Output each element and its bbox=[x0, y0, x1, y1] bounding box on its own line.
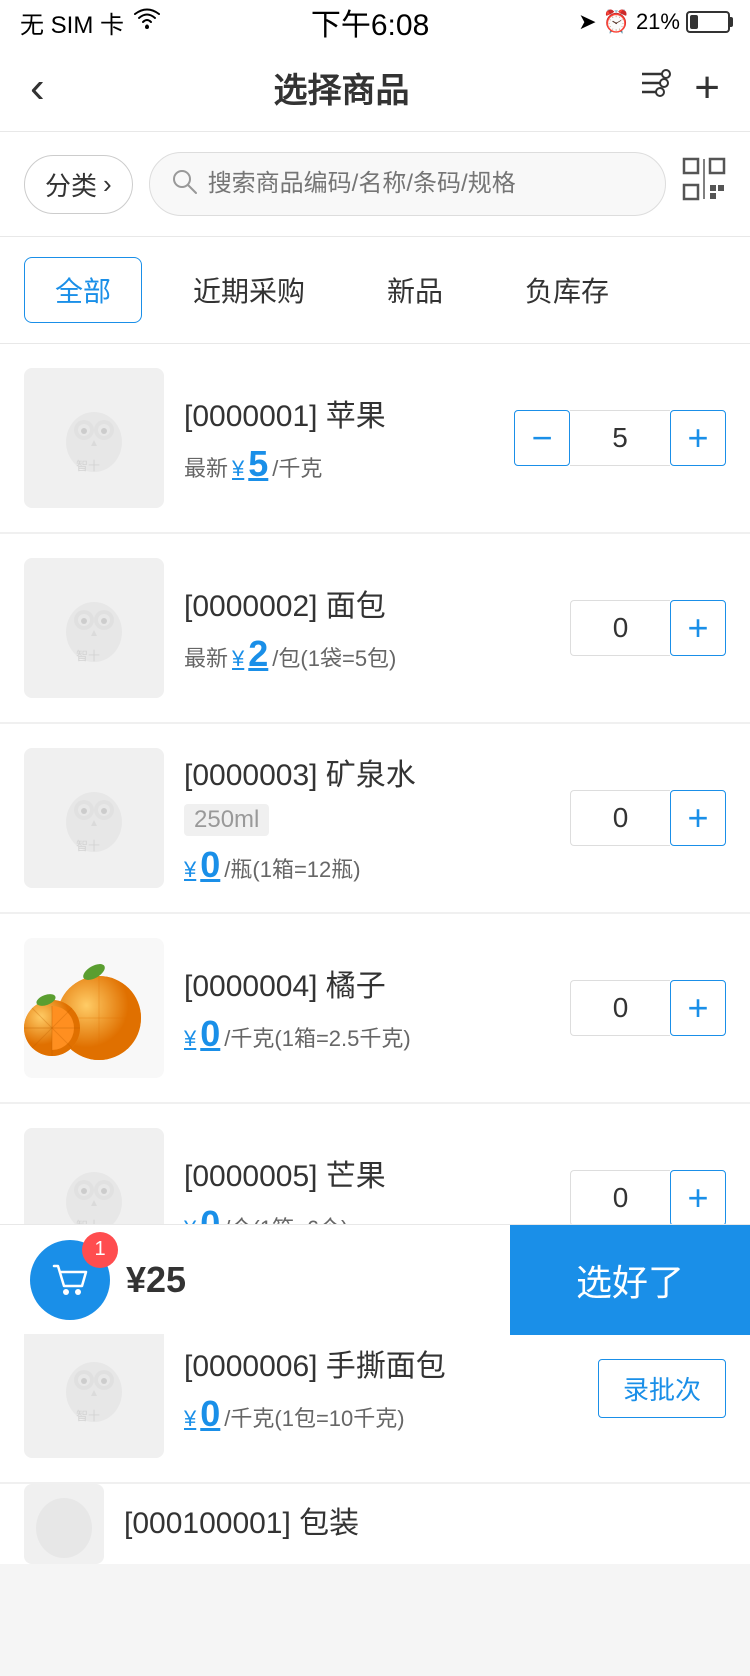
quantity-increase-button[interactable]: + bbox=[670, 1170, 726, 1226]
product-info: [0000003] 矿泉水 250ml ¥ 0 /瓶(1箱=12瓶) bbox=[184, 750, 550, 886]
cart-total: ¥25 bbox=[126, 1259, 186, 1301]
nav-left: ‹ bbox=[30, 63, 45, 113]
quantity-increase-button[interactable]: + bbox=[670, 980, 726, 1036]
svg-text:智十: 智十 bbox=[76, 1408, 100, 1423]
product-name: [0000006] 手撕面包 bbox=[184, 1341, 578, 1385]
product-info: [0000004] 橘子 ¥ 0 /千克(1箱=2.5千克) bbox=[184, 961, 550, 1055]
nav-bar: ‹ 选择商品 + bbox=[0, 44, 750, 132]
product-name: [0000003] 矿泉水 bbox=[184, 750, 550, 794]
filter-tabs: 全部 近期采购 新品 负库存 bbox=[0, 237, 750, 344]
battery-percent: 21% bbox=[636, 9, 680, 35]
cart-icon-button[interactable]: 1 bbox=[30, 1240, 110, 1320]
cart-badge: 1 bbox=[82, 1232, 118, 1268]
add-product-button[interactable]: + bbox=[694, 63, 720, 113]
location-icon: ➤ bbox=[578, 9, 596, 35]
product-info: [0000006] 手撕面包 ¥ 0 /千克(1包=10千克) bbox=[184, 1341, 578, 1435]
status-time: 下午6:08 bbox=[311, 0, 429, 44]
quantity-input[interactable] bbox=[570, 410, 670, 466]
product-price: 最新 ¥ 5 /千克 bbox=[184, 443, 494, 485]
quantity-input[interactable] bbox=[570, 600, 670, 656]
quantity-input[interactable] bbox=[570, 1170, 670, 1226]
product-name: [0000004] 橘子 bbox=[184, 961, 550, 1005]
batch-button[interactable]: 录批次 bbox=[598, 1359, 726, 1418]
search-icon bbox=[170, 167, 198, 202]
quantity-input[interactable] bbox=[570, 980, 670, 1036]
quantity-increase-button[interactable]: + bbox=[670, 600, 726, 656]
product-image: 智十 bbox=[24, 748, 164, 888]
quantity-increase-button[interactable]: + bbox=[670, 790, 726, 846]
nav-right: + bbox=[638, 63, 720, 113]
product-image: 智十 bbox=[24, 368, 164, 508]
product-price: ¥ 0 /千克(1箱=2.5千克) bbox=[184, 1013, 550, 1055]
filter-icon[interactable] bbox=[638, 65, 674, 110]
product-item: [0000004] 橘子 ¥ 0 /千克(1箱=2.5千克) + bbox=[0, 914, 750, 1102]
product-item-partial: [000100001] 包装 bbox=[0, 1484, 750, 1564]
quantity-control: + bbox=[570, 980, 726, 1036]
toolbar: 分类 › bbox=[0, 132, 750, 237]
quantity-increase-button[interactable]: + bbox=[670, 410, 726, 466]
status-bar: 无 SIM 卡 下午6:08 ➤ ⏰ 21% bbox=[0, 0, 750, 44]
svg-text:智十: 智十 bbox=[76, 458, 100, 473]
product-name: [000100001] 包装 bbox=[124, 1498, 726, 1542]
quantity-control: − + bbox=[514, 410, 726, 466]
search-input[interactable] bbox=[208, 170, 645, 198]
confirm-button[interactable]: 选好了 bbox=[510, 1225, 750, 1335]
cart-section: 1 ¥25 bbox=[0, 1240, 510, 1320]
quantity-decrease-button[interactable]: − bbox=[514, 410, 570, 466]
product-list: 智十 [0000001] 苹果 最新 ¥ 5 /千克 − + bbox=[0, 344, 750, 1564]
tab-all[interactable]: 全部 bbox=[24, 257, 142, 323]
product-price: ¥ 0 /千克(1包=10千克) bbox=[184, 1393, 578, 1435]
quantity-input[interactable] bbox=[570, 790, 670, 846]
quantity-control: + bbox=[570, 790, 726, 846]
product-name: [0000001] 苹果 bbox=[184, 391, 494, 435]
product-item: 智十 [0000001] 苹果 最新 ¥ 5 /千克 − + bbox=[0, 344, 750, 532]
product-item: 智十 [0000003] 矿泉水 250ml ¥ 0 /瓶(1箱=12瓶) + bbox=[0, 724, 750, 912]
product-info: [0000002] 面包 最新 ¥ 2 /包(1袋=5包) bbox=[184, 581, 550, 675]
product-name: [0000005] 芒果 bbox=[184, 1151, 550, 1195]
product-info: [0000001] 苹果 最新 ¥ 5 /千克 bbox=[184, 391, 494, 485]
product-image: 智十 bbox=[24, 558, 164, 698]
svg-text:智十: 智十 bbox=[76, 648, 100, 663]
product-image: 智十 bbox=[24, 1318, 164, 1458]
search-box bbox=[149, 152, 666, 216]
product-spec: 250ml bbox=[184, 804, 269, 836]
battery-icon bbox=[686, 11, 730, 33]
product-image bbox=[24, 1484, 104, 1564]
product-price: 最新 ¥ 2 /包(1袋=5包) bbox=[184, 633, 550, 675]
alarm-icon: ⏰ bbox=[603, 9, 630, 35]
quantity-control: + bbox=[570, 1170, 726, 1226]
tab-new[interactable]: 新品 bbox=[356, 257, 474, 323]
bottom-bar: 1 ¥25 选好了 bbox=[0, 1224, 750, 1334]
product-item: 智十 [0000002] 面包 最新 ¥ 2 /包(1袋=5包) + bbox=[0, 534, 750, 722]
scan-icon[interactable] bbox=[682, 157, 726, 212]
carrier-text: 无 SIM 卡 bbox=[20, 5, 124, 40]
page-title: 选择商品 bbox=[273, 63, 409, 112]
product-info: [000100001] 包装 bbox=[124, 1498, 726, 1550]
category-button[interactable]: 分类 › bbox=[24, 155, 133, 214]
tab-negative[interactable]: 负库存 bbox=[494, 257, 640, 323]
category-chevron-icon: › bbox=[103, 169, 112, 200]
status-right: ➤ ⏰ 21% bbox=[578, 9, 730, 35]
tab-recent[interactable]: 近期采购 bbox=[162, 257, 336, 323]
category-label: 分类 bbox=[45, 166, 97, 203]
product-name: [0000002] 面包 bbox=[184, 581, 550, 625]
wifi-icon bbox=[132, 8, 162, 37]
status-left: 无 SIM 卡 bbox=[20, 5, 162, 40]
product-image bbox=[24, 938, 164, 1078]
product-price: ¥ 0 /瓶(1箱=12瓶) bbox=[184, 844, 550, 886]
back-button[interactable]: ‹ bbox=[30, 63, 45, 113]
quantity-control: + bbox=[570, 600, 726, 656]
svg-text:智十: 智十 bbox=[76, 838, 100, 853]
